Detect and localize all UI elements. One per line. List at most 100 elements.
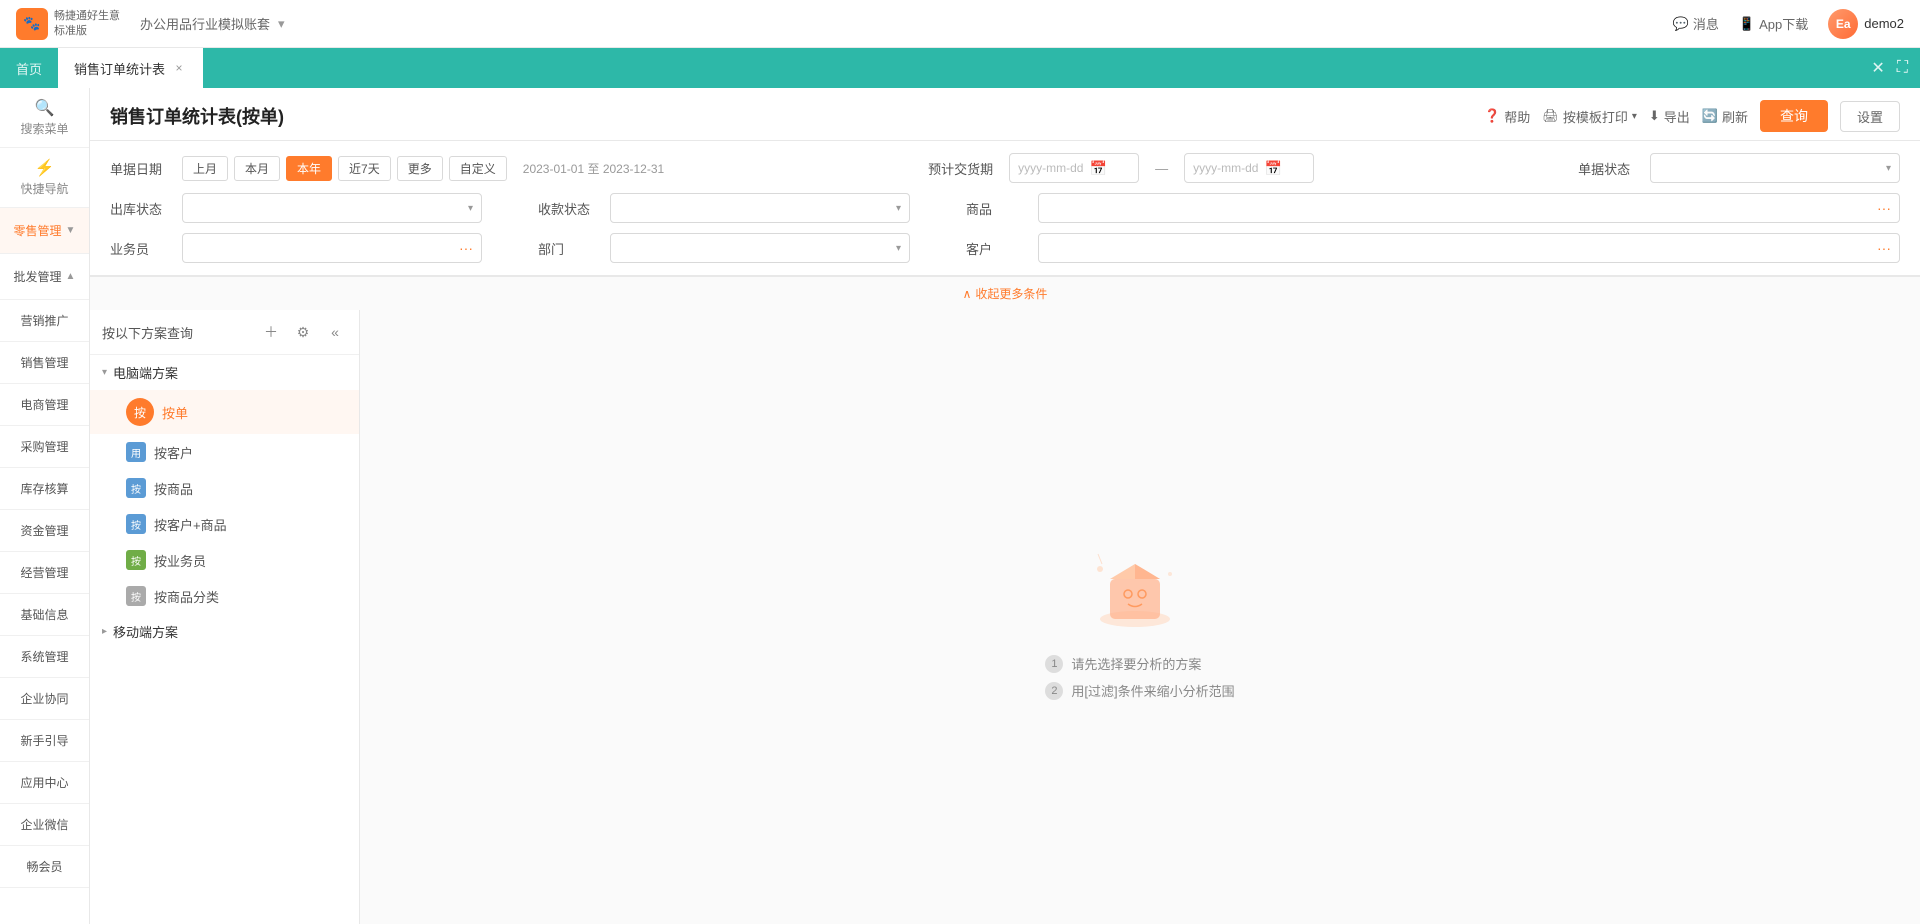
sidebar-item-procurement[interactable]: 采购管理 [0, 426, 89, 468]
tree-item-by-goods[interactable]: 按 按商品 [90, 470, 359, 506]
sidebar-item-search-menu[interactable]: 🔍 搜索菜单 [0, 88, 89, 148]
print-button[interactable]: 🖨 按模板打印 ▾ [1542, 107, 1637, 126]
avatar: Ea [1828, 9, 1858, 39]
content-area: 销售订单统计表(按单) ❓ 帮助 🖨 按模板打印 ▾ ⬇ 导出 🔄 刷新 [90, 88, 1920, 924]
help-button[interactable]: ❓ 帮助 [1484, 107, 1530, 126]
retail-arrow-icon: ▼ [66, 225, 76, 236]
window-expand-icon[interactable]: ⛶ [1897, 59, 1908, 77]
panel-toolbar: 按以下方案查询 ＋ ⚙ « [90, 310, 359, 355]
sidebar-item-quick-nav[interactable]: ⚡ 快捷导航 [0, 148, 89, 208]
date-btn-custom[interactable]: 自定义 [449, 156, 507, 181]
department-dropdown-icon: ▾ [896, 243, 901, 254]
empty-state: 1 请先选择要分析的方案 2 用[过滤]条件来缩小分析范围 [1045, 534, 1234, 700]
payment-label: 收款状态 [538, 199, 594, 218]
department-select[interactable]: ▾ [610, 233, 910, 263]
tree-parent-mobile[interactable]: ▸ 移动端方案 [90, 614, 359, 649]
sidebar-item-member[interactable]: 畅会员 [0, 846, 89, 888]
date-btn-this-year[interactable]: 本年 [286, 156, 332, 181]
panel-collapse-button[interactable]: « [323, 320, 347, 344]
top-bar: 🐾 畅捷通好生意 标准版 办公用品行业模拟账套 ▾ 💬 消息 📱 App下载 E… [0, 0, 1920, 48]
logo-text: 畅捷通好生意 标准版 [54, 9, 120, 38]
delivery-select[interactable]: ▾ [182, 193, 482, 223]
sidebar-item-operations[interactable]: 经营管理 [0, 552, 89, 594]
sidebar-item-appcenter[interactable]: 应用中心 [0, 762, 89, 804]
query-button[interactable]: 查询 [1760, 100, 1828, 132]
date-quick-options: 上月 本月 本年 近7天 更多 自定义 [182, 156, 507, 181]
sidebar-item-marketing[interactable]: 营销推广 [0, 300, 89, 342]
panel-toolbar-label: 按以下方案查询 [102, 323, 251, 342]
logo-icon: 🐾 [16, 8, 48, 40]
payment-select[interactable]: ▾ [610, 193, 910, 223]
sidebar-item-finance[interactable]: 资金管理 [0, 510, 89, 552]
sidebar-item-ecommerce[interactable]: 电商管理 [0, 384, 89, 426]
app-download-button[interactable]: 📱 App下载 [1739, 14, 1808, 33]
by-goods-icon: 按 [126, 478, 146, 498]
sidebar-item-inventory[interactable]: 库存核算 [0, 468, 89, 510]
sidebar-item-system[interactable]: 系统管理 [0, 636, 89, 678]
by-customer-goods-icon: 按 [126, 514, 146, 534]
tab-close-icon[interactable]: × [171, 60, 187, 76]
by-order-active-dot: 按 [126, 398, 154, 426]
breadcrumb-dropdown-icon[interactable]: ▾ [278, 16, 285, 32]
tree-item-by-goods-category[interactable]: 按 按商品分类 [90, 578, 359, 614]
date-btn-last-month[interactable]: 上月 [182, 156, 228, 181]
logo-area: 🐾 畅捷通好生意 标准版 [16, 8, 120, 40]
settings-button[interactable]: 设置 [1840, 101, 1900, 132]
top-center: 办公用品行业模拟账套 ▾ [120, 14, 1673, 33]
top-right: 💬 消息 📱 App下载 Ea demo2 [1673, 9, 1904, 39]
delivery-dropdown-icon: ▾ [468, 203, 473, 214]
expected-date-end-input[interactable]: yyyy-mm-dd 📅 [1184, 153, 1314, 183]
date-btn-7days[interactable]: 近7天 [338, 156, 391, 181]
filter-row-2: 出库状态 ▾ 收款状态 ▾ 商品 ··· [110, 193, 1900, 223]
goods-more-icon: ··· [1877, 200, 1891, 216]
print-icon: 🖨 [1542, 108, 1559, 124]
user-profile[interactable]: Ea demo2 [1828, 9, 1904, 39]
expected-date-start-input[interactable]: yyyy-mm-dd 📅 [1009, 153, 1139, 183]
collapse-icon: « [331, 324, 339, 340]
calendar-end-icon: 📅 [1264, 160, 1281, 177]
tree-item-by-customer-goods[interactable]: 按 按客户+商品 [90, 506, 359, 542]
sidebar-item-newbie[interactable]: 新手引导 [0, 720, 89, 762]
goods-input[interactable]: ··· [1038, 193, 1900, 223]
messages-button[interactable]: 💬 消息 [1673, 14, 1719, 33]
empty-tips: 1 请先选择要分析的方案 2 用[过滤]条件来缩小分析范围 [1045, 654, 1234, 700]
sidebar-item-enterprise[interactable]: 企业协同 [0, 678, 89, 720]
window-close-icon[interactable]: ✕ [1871, 58, 1884, 78]
empty-illustration [1080, 534, 1200, 634]
status-select[interactable]: ▾ [1650, 153, 1900, 183]
sidebar-item-wholesale[interactable]: 批发管理 ▲ [0, 254, 89, 300]
salesperson-input[interactable]: ··· [182, 233, 482, 263]
page-header: 销售订单统计表(按单) ❓ 帮助 🖨 按模板打印 ▾ ⬇ 导出 🔄 刷新 [90, 88, 1920, 141]
filter-row-3: 业务员 ··· 部门 ▾ 客户 ··· [110, 233, 1900, 263]
scheme-settings-button[interactable]: ⚙ [291, 320, 315, 344]
collapse-bar[interactable]: ∧ 收起更多条件 [90, 276, 1920, 310]
goods-label: 商品 [966, 199, 1022, 218]
tree-mobile-expand-icon: ▸ [102, 626, 107, 637]
calendar-start-icon: 📅 [1089, 160, 1106, 177]
tab-sales-order[interactable]: 销售订单统计表 × [58, 48, 203, 88]
sidebar-item-sales[interactable]: 销售管理 [0, 342, 89, 384]
sidebar: 🔍 搜索菜单 ⚡ 快捷导航 零售管理 ▼ 批发管理 ▲ 营销推广 销售管理 电商… [0, 88, 90, 924]
date-btn-this-month[interactable]: 本月 [234, 156, 280, 181]
tree-item-by-order[interactable]: 按 按单 [90, 390, 359, 434]
download-icon: 📱 [1739, 16, 1755, 32]
date-btn-more[interactable]: 更多 [397, 156, 443, 181]
add-scheme-button[interactable]: ＋ [259, 320, 283, 344]
salesperson-more-icon: ··· [459, 240, 473, 256]
refresh-button[interactable]: 🔄 刷新 [1702, 107, 1748, 126]
tree-parent-pc[interactable]: ▾ 电脑端方案 [90, 355, 359, 390]
status-label: 单据状态 [1578, 159, 1634, 178]
expected-date-label: 预计交货期 [928, 159, 993, 178]
collapse-up-icon: ∧ [963, 287, 972, 301]
tab-home[interactable]: 首页 [0, 48, 58, 88]
customer-input[interactable]: ··· [1038, 233, 1900, 263]
sidebar-item-wechat[interactable]: 企业微信 [0, 804, 89, 846]
date-label: 单据日期 [110, 159, 166, 178]
tree-item-by-customer[interactable]: 用 按客户 [90, 434, 359, 470]
sidebar-item-basic[interactable]: 基础信息 [0, 594, 89, 636]
export-button[interactable]: ⬇ 导出 [1649, 107, 1690, 126]
tree-item-by-salesperson[interactable]: 按 按业务员 [90, 542, 359, 578]
by-salesperson-icon: 按 [126, 550, 146, 570]
salesperson-label: 业务员 [110, 239, 166, 258]
sidebar-item-retail[interactable]: 零售管理 ▼ [0, 208, 89, 254]
